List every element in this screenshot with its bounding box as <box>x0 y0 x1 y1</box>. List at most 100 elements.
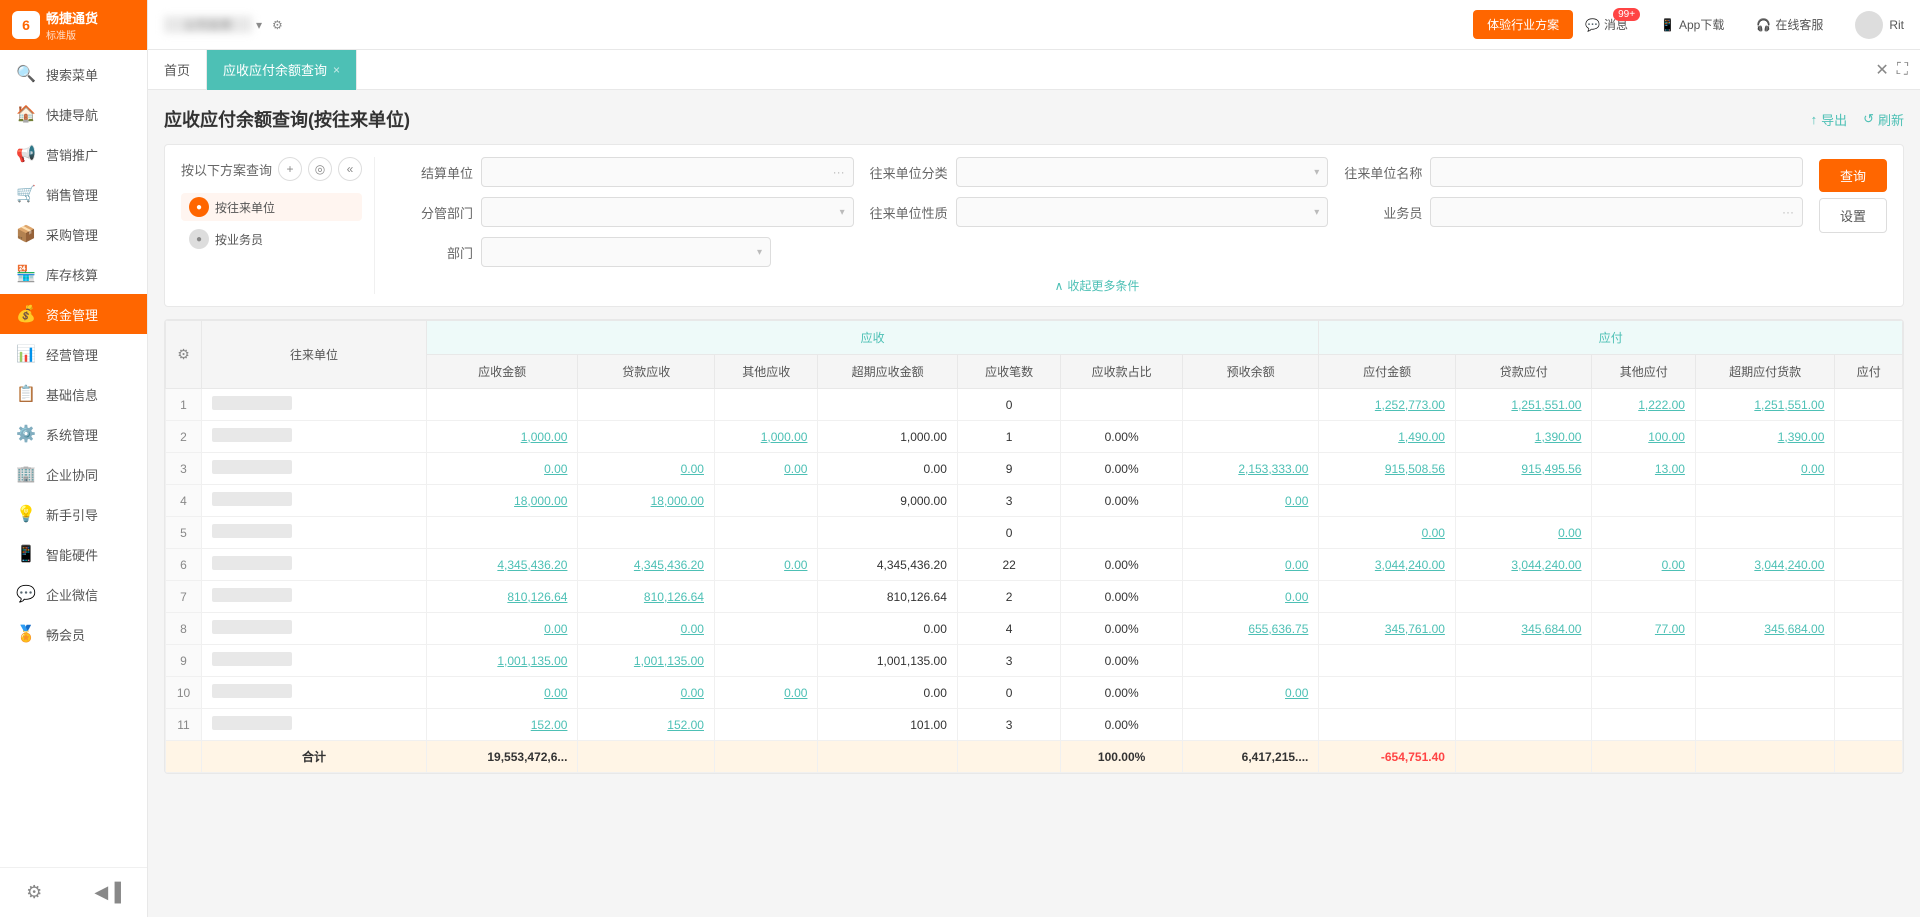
cell-value <box>1455 581 1592 613</box>
cell-value[interactable]: 100.00 <box>1592 421 1695 453</box>
cell-value[interactable]: 1,251,551.00 <box>1455 389 1592 421</box>
export-btn[interactable]: ↑ 导出 <box>1811 110 1848 129</box>
cell-value[interactable]: 152.00 <box>578 709 715 741</box>
sidebar-item-corp[interactable]: 🏢企业协同 <box>0 454 147 494</box>
cell-value[interactable]: 0.00 <box>578 613 715 645</box>
sidebar-item-purchase[interactable]: 📦采购管理 <box>0 214 147 254</box>
cell-value[interactable]: 13.00 <box>1592 453 1695 485</box>
cell-value[interactable]: 152.00 <box>426 709 578 741</box>
collapse-filter-btn[interactable]: ∧ 收起更多条件 <box>1055 277 1140 294</box>
cell-value[interactable]: 1,390.00 <box>1695 421 1834 453</box>
sidebar-item-search[interactable]: 🔍搜索菜单 <box>0 54 147 94</box>
cell-value[interactable]: 810,126.64 <box>578 581 715 613</box>
cell-value[interactable]: 0.00 <box>1182 677 1319 709</box>
cell-value[interactable]: 0.00 <box>1319 517 1456 549</box>
settings-btn[interactable]: 设置 <box>1819 198 1887 233</box>
salesperson-input[interactable]: ··· <box>1430 197 1803 227</box>
sidebar-item-wechat[interactable]: 💬企业微信 <box>0 574 147 614</box>
cell-value[interactable]: 3,044,240.00 <box>1319 549 1456 581</box>
cell-value[interactable]: 77.00 <box>1592 613 1695 645</box>
cell-value[interactable]: 810,126.64 <box>426 581 578 613</box>
online-service-btn[interactable]: 🎧 在线客服 <box>1756 16 1823 33</box>
dept-manage-input[interactable]: ▾ <box>481 197 854 227</box>
query-btn[interactable]: 查询 <box>1819 159 1887 192</box>
unit-nature-input[interactable]: ▾ <box>956 197 1329 227</box>
sidebar-item-marketing[interactable]: 📢营销推广 <box>0 134 147 174</box>
sidebar-item-operations[interactable]: 📊经营管理 <box>0 334 147 374</box>
sidebar-item-sales[interactable]: 🛒销售管理 <box>0 174 147 214</box>
footer-payable: -654,751.40 <box>1319 741 1456 773</box>
cell-value[interactable]: 4,345,436.20 <box>578 549 715 581</box>
query-type-by_unit[interactable]: ●按往来单位 <box>181 193 362 221</box>
cell-value[interactable]: 18,000.00 <box>578 485 715 517</box>
cell-value <box>1835 421 1903 453</box>
query-type-by_staff[interactable]: ●按业务员 <box>181 225 362 253</box>
cell-value[interactable]: 3,044,240.00 <box>1455 549 1592 581</box>
cell-value[interactable]: 2,153,333.00 <box>1182 453 1319 485</box>
cell-value[interactable]: 0.00 <box>1182 549 1319 581</box>
maximize-btn[interactable]: ⛶ <box>1897 61 1908 79</box>
sidebar-item-quicknav[interactable]: 🏠快捷导航 <box>0 94 147 134</box>
sidebar-collapse-btn[interactable]: ◀▐ <box>86 878 129 907</box>
dropdown-arrow[interactable]: ▾ <box>256 18 262 32</box>
cell-value[interactable]: 1,001,135.00 <box>426 645 578 677</box>
cell-value[interactable]: 1,000.00 <box>426 421 578 453</box>
cell-value[interactable]: 0.00 <box>426 453 578 485</box>
cell-value[interactable]: 0.00 <box>1182 485 1319 517</box>
cell-value[interactable]: 1,251,551.00 <box>1695 389 1834 421</box>
sidebar-item-system[interactable]: ⚙️系统管理 <box>0 414 147 454</box>
app-download-btn[interactable]: 📱 App下载 <box>1660 16 1724 33</box>
sidebar-item-member[interactable]: 🏅畅会员 <box>0 614 147 654</box>
tab-close-btn[interactable]: × <box>333 63 340 77</box>
cell-value[interactable]: 655,636.75 <box>1182 613 1319 645</box>
sidebar-item-hardware[interactable]: 📱智能硬件 <box>0 534 147 574</box>
dept-input[interactable]: ▾ <box>481 237 771 267</box>
cell-value[interactable]: 1,001,135.00 <box>578 645 715 677</box>
cell-value[interactable]: 18,000.00 <box>426 485 578 517</box>
cell-value[interactable]: 0.00 <box>578 677 715 709</box>
trial-btn[interactable]: 体验行业方案 <box>1473 10 1573 39</box>
cell-value[interactable]: 0.00 <box>1592 549 1695 581</box>
sidebar-item-basic[interactable]: 📋基础信息 <box>0 374 147 414</box>
cell-value[interactable]: 345,761.00 <box>1319 613 1456 645</box>
cell-value[interactable]: 0.00 <box>1695 453 1834 485</box>
cell-value[interactable]: 1,000.00 <box>714 421 817 453</box>
gear-icon[interactable]: ⚙ <box>272 18 283 32</box>
cell-value[interactable]: 1,490.00 <box>1319 421 1456 453</box>
cell-value[interactable]: 0.00 <box>426 613 578 645</box>
more-filter-btn[interactable]: « <box>338 157 362 181</box>
cell-value[interactable]: 915,495.56 <box>1455 453 1592 485</box>
cell-value[interactable]: 1,390.00 <box>1455 421 1592 453</box>
sidebar-item-guide[interactable]: 💡新手引导 <box>0 494 147 534</box>
unit-category-input[interactable]: ▾ <box>956 157 1329 187</box>
message-btn[interactable]: 💬 消息 99+ <box>1585 16 1628 33</box>
cell-value[interactable]: 4,345,436.20 <box>426 549 578 581</box>
settlement-unit-input[interactable]: ··· <box>481 157 854 187</box>
cell-value[interactable]: 1,222.00 <box>1592 389 1695 421</box>
settings-col-header[interactable]: ⚙ <box>166 321 202 389</box>
cell-value[interactable]: 0.00 <box>1182 581 1319 613</box>
cell-value[interactable]: 345,684.00 <box>1455 613 1592 645</box>
cell-value[interactable]: 0.00 <box>714 453 817 485</box>
refresh-btn[interactable]: ↺ 刷新 <box>1863 110 1904 129</box>
cell-value[interactable]: 0.00 <box>714 677 817 709</box>
cell-value: 0.00% <box>1061 485 1182 517</box>
close-window-btn[interactable]: ✕ <box>1875 60 1888 80</box>
sidebar-item-inventory[interactable]: 🏪库存核算 <box>0 254 147 294</box>
unit-name-input[interactable] <box>1430 157 1803 187</box>
tab-active[interactable]: 应收应付余额查询 × <box>207 50 357 90</box>
add-filter-btn[interactable]: + <box>278 157 302 181</box>
sidebar-settings-btn[interactable]: ⚙ <box>18 878 50 907</box>
user-profile[interactable]: Rit <box>1855 11 1904 39</box>
cell-value[interactable]: 0.00 <box>1455 517 1592 549</box>
cell-value[interactable]: 1,252,773.00 <box>1319 389 1456 421</box>
cell-value[interactable]: 915,508.56 <box>1319 453 1456 485</box>
edit-filter-btn[interactable]: ◎ <box>308 157 332 181</box>
cell-value[interactable]: 3,044,240.00 <box>1695 549 1834 581</box>
sidebar-item-funds[interactable]: 💰资金管理 <box>0 294 147 334</box>
tab-home[interactable]: 首页 <box>148 50 207 90</box>
cell-value[interactable]: 0.00 <box>426 677 578 709</box>
cell-value[interactable]: 0.00 <box>578 453 715 485</box>
cell-value[interactable]: 345,684.00 <box>1695 613 1834 645</box>
cell-value[interactable]: 0.00 <box>714 549 817 581</box>
